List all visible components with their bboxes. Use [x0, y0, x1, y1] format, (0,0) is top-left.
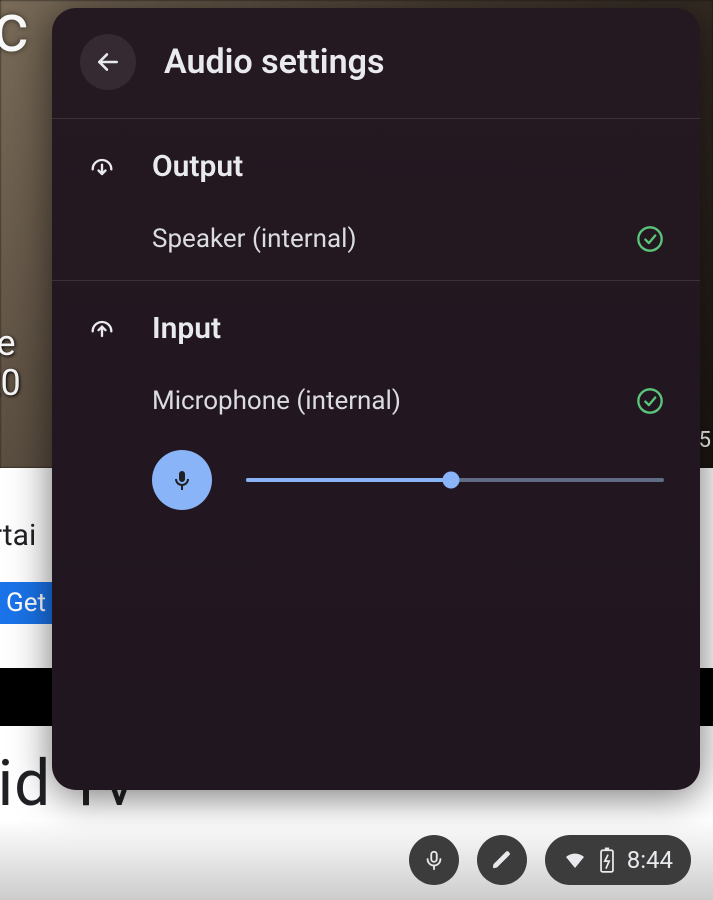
bg-title-fragment: e c	[0, 0, 29, 68]
headphones-up-icon	[88, 315, 116, 343]
mic-gain-slider[interactable]	[246, 478, 664, 482]
mic-toggle-button[interactable]	[152, 450, 212, 510]
output-section-label: Output	[152, 149, 243, 184]
slider-fill	[246, 478, 451, 482]
shelf-stylus-button[interactable]	[477, 835, 527, 885]
shelf-mic-button[interactable]	[409, 835, 459, 885]
microphone-icon	[170, 468, 194, 492]
back-button[interactable]	[80, 34, 136, 90]
panel-title: Audio settings	[164, 42, 384, 82]
output-section-header: Output	[52, 119, 700, 200]
input-device-row[interactable]: Microphone (internal)	[52, 362, 700, 442]
microphone-gain-block	[52, 442, 700, 510]
output-device-row[interactable]: Speaker (internal)	[52, 200, 700, 280]
slider-thumb[interactable]	[442, 472, 459, 489]
input-section-label: Input	[152, 311, 221, 346]
bg-badge-number: 5	[699, 428, 711, 453]
bg-text-fragment: 020	[0, 362, 21, 404]
pencil-icon	[491, 849, 513, 871]
microphone-icon	[423, 849, 445, 871]
arrow-left-icon	[95, 49, 121, 75]
panel-header: Audio settings	[52, 8, 700, 119]
wifi-icon	[563, 848, 587, 872]
output-device-name: Speaker (internal)	[152, 224, 357, 254]
clock-text: 8:44	[627, 846, 673, 874]
bg-text-fragment: ave	[0, 322, 16, 364]
bg-text-fragment: ertai	[0, 518, 36, 553]
check-circle-icon	[636, 225, 664, 253]
audio-settings-panel: Audio settings Output Speaker (internal)…	[52, 8, 700, 790]
headphones-down-icon	[88, 153, 116, 181]
system-shelf: 8:44	[0, 820, 713, 900]
battery-charging-icon	[599, 847, 615, 873]
status-tray[interactable]: 8:44	[545, 835, 691, 885]
input-section-header: Input	[52, 281, 700, 362]
input-device-name: Microphone (internal)	[152, 386, 401, 416]
check-circle-icon	[636, 387, 664, 415]
